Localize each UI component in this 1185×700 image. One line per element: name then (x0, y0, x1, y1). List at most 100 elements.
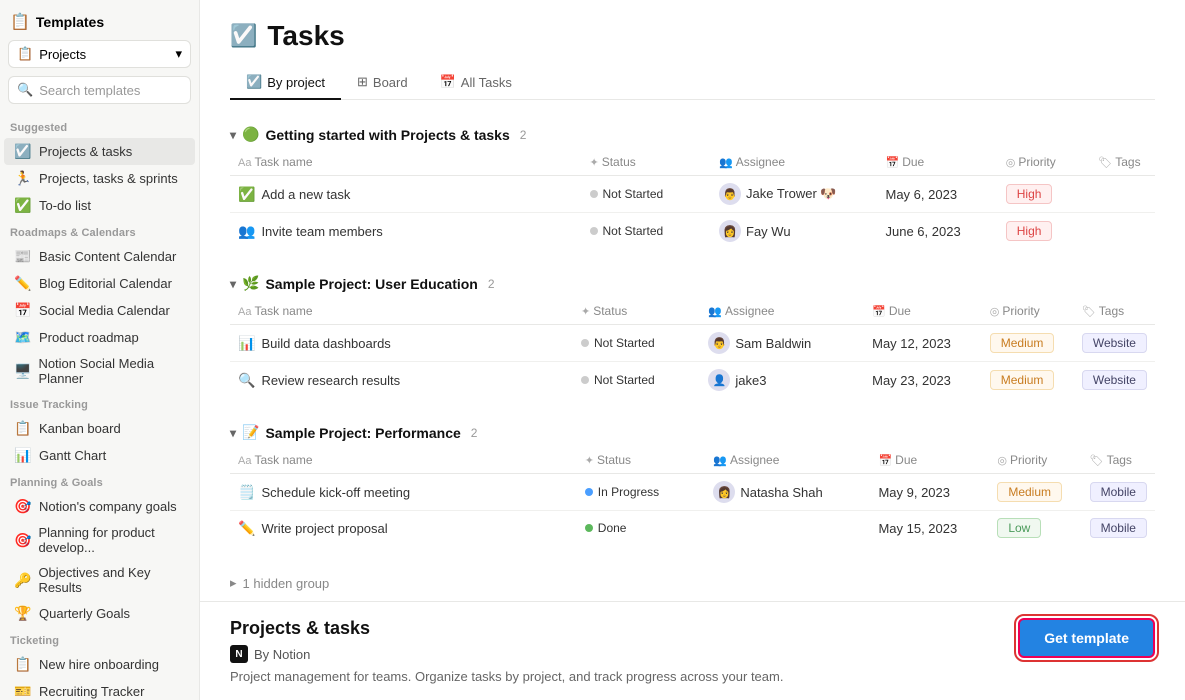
page-title: Tasks (267, 20, 344, 52)
task-name: Write project proposal (261, 521, 387, 536)
sidebar-item-kanban[interactable]: 📋 Kanban board (4, 415, 195, 442)
avatar: 👤 (708, 369, 730, 391)
sidebar-item-okr[interactable]: 🔑 Objectives and Key Results (4, 560, 195, 600)
task-name: Invite team members (261, 224, 382, 239)
search-box[interactable]: 🔍 Search templates (8, 76, 191, 104)
project-group-header-1[interactable]: ▾ 🌿 Sample Project: User Education 2 (230, 269, 1155, 298)
due-date: June 6, 2023 (886, 224, 961, 239)
roadmaps-section-label: Roadmaps & Calendars (0, 219, 199, 243)
status-dot (590, 190, 598, 198)
sidebar-item-planning-develop[interactable]: 🎯 Planning for product develop... (4, 520, 195, 560)
sidebar-item-recruiting[interactable]: 🎫 Recruiting Tracker (4, 678, 195, 700)
status-text: Not Started (594, 336, 655, 350)
tab-all-tasks[interactable]: 📅 All Tasks (424, 66, 528, 100)
planning-develop-icon: 🎯 (14, 532, 31, 549)
due-date: May 15, 2023 (878, 521, 957, 536)
basic-content-icon: 📰 (14, 248, 32, 265)
status-dot (590, 227, 598, 235)
table-row: ✅Add a new task Not Started 👨Jake Trower… (230, 176, 1155, 213)
task-emoji: 🗒️ (238, 484, 255, 501)
project-group-header-2[interactable]: ▾ 📝 Sample Project: Performance 2 (230, 418, 1155, 447)
tab-label: By project (267, 75, 325, 90)
page-title-icon: ☑️ (230, 23, 257, 49)
tab-by-project[interactable]: ☑️ By project (230, 66, 341, 100)
task-emoji: ✅ (238, 186, 255, 203)
assignee-name: jake3 (735, 373, 766, 388)
sidebar-item-todo[interactable]: ✅ To-do list (4, 192, 195, 219)
th-due: 📅Due (864, 298, 982, 325)
project-icon: 🌿 (242, 275, 259, 292)
get-template-button[interactable]: Get template (1018, 618, 1155, 658)
status-dot (585, 524, 593, 532)
table-row: 🔍Review research results Not Started 👤ja… (230, 362, 1155, 399)
bottom-bar: Projects & tasks N By Notion Project man… (200, 601, 1185, 700)
sidebar-item-gantt[interactable]: 📊 Gantt Chart (4, 442, 195, 469)
tab-board[interactable]: ⊞ Board (341, 66, 424, 100)
templates-icon: 📋 (10, 12, 30, 32)
assignee-name: Jake Trower 🐶 (746, 186, 837, 202)
th-task-name: AaTask name (230, 298, 573, 325)
sidebar-item-notion-social[interactable]: 🖥️ Notion Social Media Planner (4, 351, 195, 391)
due-date: May 23, 2023 (872, 373, 951, 388)
th-status: ✦Status (577, 447, 706, 474)
table-row: ✏️Write project proposal Done May 15, 20… (230, 511, 1155, 546)
status-text: In Progress (598, 485, 659, 499)
search-icon: 🔍 (17, 82, 33, 98)
th-tags: 🏷Tags (1074, 298, 1155, 325)
tab-label: Board (373, 75, 408, 90)
todo-icon: ✅ (14, 197, 32, 214)
sidebar-item-sprints[interactable]: 🏃 Projects, tasks & sprints (4, 165, 195, 192)
status-dot (581, 339, 589, 347)
project-icon: 🟢 (242, 126, 259, 143)
sidebar-item-label: Notion's company goals (39, 499, 177, 514)
assignee-name: Natasha Shah (740, 485, 822, 500)
sidebar-item-blog-editorial[interactable]: ✏️ Blog Editorial Calendar (4, 270, 195, 297)
avatar: 👨 (708, 332, 730, 354)
suggested-section-label: Suggested (0, 114, 199, 138)
avatar: 👨 (719, 183, 741, 205)
task-name: Build data dashboards (261, 336, 390, 351)
sidebar-item-company-goals[interactable]: 🎯 Notion's company goals (4, 493, 195, 520)
product-roadmap-icon: 🗺️ (14, 329, 32, 346)
tag-badge: Mobile (1090, 518, 1147, 538)
status-dot (581, 376, 589, 384)
projects-dropdown[interactable]: 📋 Projects ▾ (8, 40, 191, 68)
th-due: 📅Due (878, 149, 998, 176)
project-group-header-0[interactable]: ▾ 🟢 Getting started with Projects & task… (230, 120, 1155, 149)
task-table-0: AaTask name ✦Status 👥Assignee 📅Due ◎Prio… (230, 149, 1155, 249)
onboarding-icon: 📋 (14, 656, 32, 673)
by-project-icon: ☑️ (246, 74, 262, 90)
sidebar-item-product-roadmap[interactable]: 🗺️ Product roadmap (4, 324, 195, 351)
tag-badge: Website (1082, 370, 1147, 390)
main-content: ☑️ Tasks ☑️ By project ⊞ Board 📅 All Tas… (200, 0, 1185, 601)
sidebar-item-quarterly-goals[interactable]: 🏆 Quarterly Goals (4, 600, 195, 627)
hidden-group-label: 1 hidden group (243, 576, 330, 591)
sidebar-item-projects-tasks[interactable]: ☑️ Projects & tasks (4, 138, 195, 165)
priority-badge: Medium (990, 333, 1055, 353)
task-table-1: AaTask name ✦Status 👥Assignee 📅Due ◎Prio… (230, 298, 1155, 398)
status-text: Not Started (603, 224, 664, 238)
quarterly-goals-icon: 🏆 (14, 605, 32, 622)
sidebar-item-social-media[interactable]: 📅 Social Media Calendar (4, 297, 195, 324)
th-tags: 🏷Tags (1082, 447, 1155, 474)
project-icon: 📝 (242, 424, 259, 441)
sidebar-title: 📋 Templates (0, 0, 199, 40)
task-emoji: 🔍 (238, 372, 255, 389)
project-name: Getting started with Projects & tasks (265, 127, 509, 143)
all-tasks-icon: 📅 (440, 74, 456, 90)
hidden-group-row[interactable]: ▸ 1 hidden group (230, 565, 1155, 601)
sidebar-item-onboarding[interactable]: 📋 New hire onboarding (4, 651, 195, 678)
sidebar-item-label: Planning for product develop... (38, 525, 185, 555)
app-title: Templates (36, 14, 104, 30)
task-table-2: AaTask name ✦Status 👥Assignee 📅Due ◎Prio… (230, 447, 1155, 545)
priority-badge: Medium (997, 482, 1062, 502)
th-status: ✦Status (582, 149, 712, 176)
status-text: Not Started (594, 373, 655, 387)
bottom-desc: Project management for teams. Organize t… (230, 669, 783, 684)
priority-badge: High (1006, 221, 1053, 241)
sprints-icon: 🏃 (14, 170, 32, 187)
toggle-icon: ▾ (230, 128, 236, 142)
sidebar-item-basic-content[interactable]: 📰 Basic Content Calendar (4, 243, 195, 270)
search-placeholder: Search templates (39, 83, 140, 98)
page-title-row: ☑️ Tasks (230, 20, 1155, 52)
